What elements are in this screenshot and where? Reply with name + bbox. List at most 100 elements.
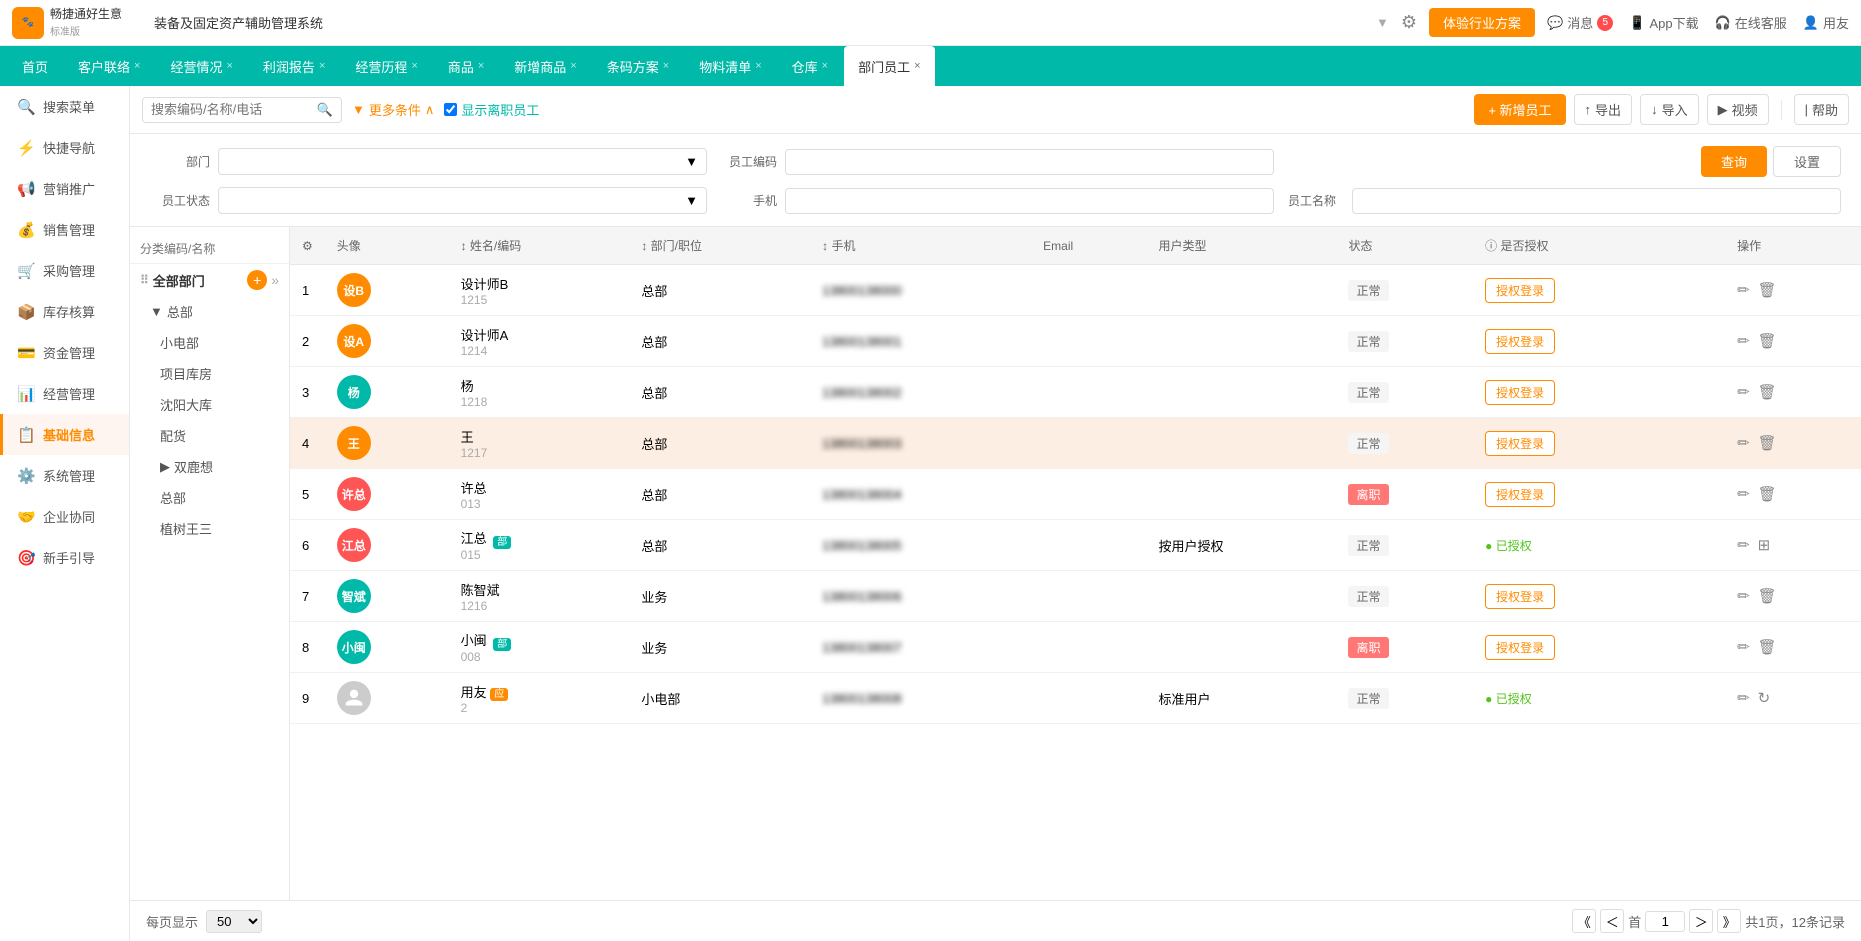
dept-item-project[interactable]: 项目库房 (130, 358, 289, 389)
delete-btn[interactable]: 🗑 (1758, 485, 1777, 503)
nav-marketing[interactable]: 📢 营销推广 (0, 168, 129, 209)
dept-item-shenyang[interactable]: 沈阳大库 (130, 389, 289, 420)
support-btn[interactable]: 🎧 在线客服 (1715, 13, 1787, 32)
add-employee-button[interactable]: + 新增员工 (1474, 94, 1565, 125)
auth-login-btn[interactable]: 授权登录 (1485, 431, 1555, 456)
auth-login-btn[interactable]: 授权登录 (1485, 278, 1555, 303)
collapse-dept-btn[interactable]: » (271, 272, 279, 288)
close-tab-newgoods[interactable]: × (570, 60, 576, 72)
settings-icon[interactable]: ⚙ (1401, 12, 1417, 33)
dept-search-input[interactable] (140, 242, 290, 256)
reset-button[interactable]: 设置 (1773, 146, 1841, 177)
show-resigned-checkbox[interactable] (444, 103, 457, 116)
nav-system[interactable]: ⚙️ 系统管理 (0, 455, 129, 496)
delete-btn[interactable]: 🗑 (1758, 638, 1777, 656)
dropdown-arrow[interactable]: ▼ (1376, 15, 1389, 30)
dept-item-shuanglu[interactable]: ▶ 双鹿想 (130, 451, 289, 482)
user-btn[interactable]: 👤 用友 (1803, 13, 1849, 32)
close-tab-barcode[interactable]: × (663, 60, 669, 72)
close-tab-bom[interactable]: × (755, 60, 761, 72)
tab-newgoods[interactable]: 新增商品× (500, 46, 590, 86)
delete-btn[interactable]: 🗑 (1758, 587, 1777, 605)
edit-btn[interactable]: ✏ (1737, 281, 1750, 299)
edit-btn[interactable]: ✏ (1737, 383, 1750, 401)
last-page-btn[interactable]: 》 (1717, 909, 1741, 933)
query-button[interactable]: 查询 (1701, 146, 1767, 177)
tab-warehouse[interactable]: 仓库× (778, 46, 842, 86)
nav-inventory[interactable]: 📦 库存核算 (0, 291, 129, 332)
dept-item-general[interactable]: ▼ 总部 (130, 296, 289, 327)
copy-btn[interactable]: ⊞ (1758, 536, 1771, 554)
auth-login-btn[interactable]: 授权登录 (1485, 584, 1555, 609)
dept-item-zhishu[interactable]: 植树王三 (130, 513, 289, 544)
next-page-btn[interactable]: ＞ (1689, 909, 1713, 933)
dept-item-peihuo[interactable]: 配货 (130, 420, 289, 451)
help-button[interactable]: | 帮助 (1794, 94, 1849, 125)
tab-barcode[interactable]: 条码方案× (593, 46, 683, 86)
close-tab-history[interactable]: × (411, 60, 417, 72)
tab-operation[interactable]: 经营情况× (156, 46, 246, 86)
auth-login-btn[interactable]: 授权登录 (1485, 482, 1555, 507)
dept-item-zongbu[interactable]: 总部 (130, 482, 289, 513)
edit-btn[interactable]: ✏ (1737, 536, 1750, 554)
close-tab-customer[interactable]: × (134, 60, 140, 72)
auth-login-btn[interactable]: 授权登录 (1485, 635, 1555, 660)
auth-login-btn[interactable]: 授权登录 (1485, 380, 1555, 405)
tab-dept-employee[interactable]: 部门员工× (844, 46, 934, 86)
add-dept-btn[interactable]: + (247, 270, 267, 290)
nav-bizmanage[interactable]: 📊 经营管理 (0, 373, 129, 414)
nav-finance[interactable]: 💳 资金管理 (0, 332, 129, 373)
nav-basicinfo[interactable]: 📋 基础信息 (0, 414, 129, 455)
edit-btn[interactable]: ✏ (1737, 638, 1750, 656)
auth-login-btn[interactable]: 授权登录 (1485, 329, 1555, 354)
close-tab-goods[interactable]: × (478, 60, 484, 72)
th-dept[interactable]: ↕ 部门/职位 (629, 227, 810, 265)
download-btn[interactable]: 📱 App下载 (1629, 13, 1698, 32)
filter-name-input[interactable] (1352, 188, 1841, 214)
close-tab-operation[interactable]: × (226, 60, 232, 72)
delete-btn[interactable]: 🗑 (1758, 434, 1777, 452)
search-input[interactable] (151, 102, 313, 117)
edit-btn[interactable]: ✏ (1737, 689, 1750, 707)
show-resigned-toggle[interactable]: 显示离职员工 (444, 100, 539, 119)
tab-history[interactable]: 经营历程× (341, 46, 431, 86)
view-button[interactable]: ▶ 视频 (1707, 94, 1769, 125)
nav-collab[interactable]: 🤝 企业协同 (0, 496, 129, 537)
first-page-btn[interactable]: 《 (1572, 909, 1596, 933)
close-tab-profit[interactable]: × (319, 60, 325, 72)
nav-search[interactable]: 🔍 搜索菜单 (0, 86, 129, 127)
export-button[interactable]: ↑ 导出 (1574, 94, 1633, 125)
prev-page-btn[interactable]: ＜ (1600, 909, 1624, 933)
dept-item-xiaodibu[interactable]: 小电部 (130, 327, 289, 358)
edit-btn[interactable]: ✏ (1737, 434, 1750, 452)
more-filter-btn[interactable]: ▼ 更多条件 ∧ (352, 100, 434, 119)
search-box[interactable]: 🔍 (142, 97, 342, 123)
edit-btn[interactable]: ✏ (1737, 485, 1750, 503)
filter-status-select[interactable]: ▼ (218, 187, 707, 214)
delete-btn[interactable]: 🗑 (1758, 383, 1777, 401)
message-btn[interactable]: 💬 消息 5 (1547, 13, 1613, 32)
close-tab-dept[interactable]: × (914, 60, 920, 72)
edit-btn[interactable]: ✏ (1737, 587, 1750, 605)
edit-btn[interactable]: ✏ (1737, 332, 1750, 350)
filter-phone-input[interactable] (785, 188, 1274, 214)
delete-btn[interactable]: 🗑 (1758, 281, 1777, 299)
nav-quicknav[interactable]: ⚡ 快捷导航 (0, 127, 129, 168)
delete-btn[interactable]: 🗑 (1758, 332, 1777, 350)
page-number-input[interactable] (1645, 911, 1685, 932)
try-btn[interactable]: 体验行业方案 (1429, 8, 1535, 37)
tab-goods[interactable]: 商品× (434, 46, 498, 86)
nav-guide[interactable]: 🎯 新手引导 (0, 537, 129, 578)
th-phone[interactable]: ↕ 手机 (810, 227, 1031, 265)
th-name[interactable]: ↕ 姓名/编码 (449, 227, 630, 265)
tab-home[interactable]: 首页 (8, 46, 62, 86)
nav-purchase[interactable]: 🛒 采购管理 (0, 250, 129, 291)
more-btn[interactable]: ↻ (1758, 689, 1771, 707)
nav-sales[interactable]: 💰 销售管理 (0, 209, 129, 250)
tab-profit[interactable]: 利润报告× (249, 46, 339, 86)
import-button[interactable]: ↓ 导入 (1640, 94, 1699, 125)
tab-bom[interactable]: 物料清单× (685, 46, 775, 86)
filter-dept-select[interactable]: ▼ (218, 148, 707, 175)
close-tab-warehouse[interactable]: × (822, 60, 828, 72)
tab-customer[interactable]: 客户联络× (64, 46, 154, 86)
